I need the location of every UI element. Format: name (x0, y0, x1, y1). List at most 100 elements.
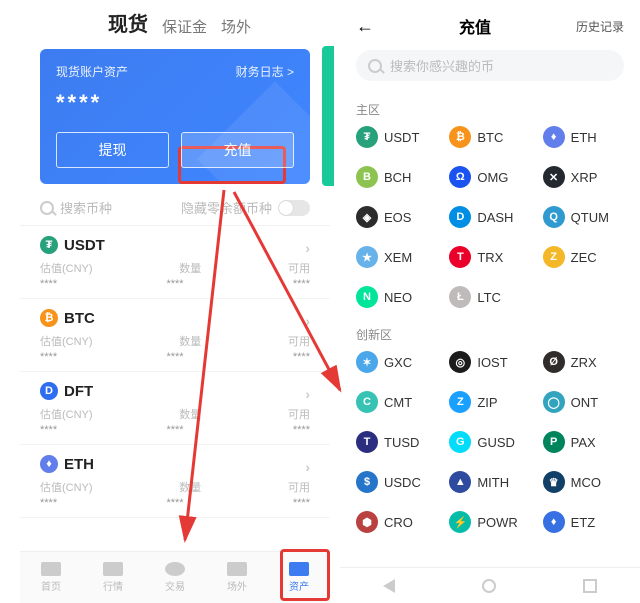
coin-symbol: OMG (477, 170, 508, 185)
main-coin-grid: ₮ USDT ₿BTC♦ETH B BCH Ω OMG ✕XRP ◈EOSDDASHQQTUM ★… (340, 122, 640, 312)
coin-symbol: EOS (384, 210, 411, 225)
coin-icon: B (356, 166, 378, 188)
coin-gxc[interactable]: ✶GXC (350, 347, 443, 377)
coin-icon: P (543, 431, 565, 453)
coin-symbol: ONT (571, 395, 598, 410)
coin-symbol: PAX (571, 435, 596, 450)
coin-etz[interactable]: ♦ETZ (537, 507, 630, 537)
coin-icon: ₿ (449, 126, 471, 148)
markets-icon (103, 562, 123, 576)
coin-icon: ₮ (356, 126, 378, 148)
coin-mith[interactable]: ▲MITH (443, 467, 536, 497)
nav-recent-icon[interactable] (583, 579, 597, 593)
coin-powr[interactable]: ⚡POWR (443, 507, 536, 537)
tab-assets[interactable]: 资产 (268, 552, 330, 603)
coin-icon: Ω (449, 166, 471, 188)
deposit-coin-picker: ← 充值 历史记录 搜索你感兴趣的币 主区 ₮USDT₿BTC♦ETHBBCHΩ… (340, 0, 640, 603)
section-main-label: 主区 (340, 87, 640, 122)
tab-otc-bottom[interactable]: 场外 (206, 552, 268, 603)
asset-symbol: USDT (64, 237, 105, 254)
search-icon (368, 59, 382, 73)
coin-symbol: BCH (384, 170, 411, 185)
coin-ont[interactable]: ◯ ONT (537, 387, 630, 417)
innovation-coin-grid: ✶GXC◎IOST Ø ZRX CCMTZZIP ◯ ONT T TUSD GGUSD P PAX $… (340, 347, 640, 537)
coin-qtum[interactable]: QQTUM (537, 202, 630, 232)
tab-margin[interactable]: 保证金 (162, 16, 207, 37)
coin-trx[interactable]: TTRX (443, 242, 536, 272)
coin-symbol: DASH (477, 210, 513, 225)
tab-markets[interactable]: 行情 (82, 552, 144, 603)
coin-icon: ♦ (40, 455, 58, 473)
coin-symbol: USDT (384, 130, 419, 145)
nav-home-icon[interactable] (482, 579, 496, 593)
coin-bch[interactable]: B BCH (350, 162, 443, 192)
coin-mco[interactable]: ♛MCO (537, 467, 630, 497)
coin-icon: ◎ (449, 351, 471, 373)
deposit-button[interactable]: 充值 (181, 132, 294, 168)
coin-symbol: ETZ (571, 515, 596, 530)
coin-symbol: MCO (571, 475, 601, 490)
coin-zip[interactable]: ZZIP (443, 387, 536, 417)
coin-eos[interactable]: ◈EOS (350, 202, 443, 232)
coin-btc[interactable]: ₿BTC (443, 122, 536, 152)
asset-row-eth[interactable]: ♦ETH›估值(CNY)数量可用************ (20, 445, 330, 518)
coin-icon: ⬢ (356, 511, 378, 533)
coin-icon: ◯ (543, 391, 565, 413)
coin-cmt[interactable]: CCMT (350, 387, 443, 417)
coin-symbol: ETH (571, 130, 597, 145)
asset-search[interactable]: 搜索币种 (40, 198, 112, 217)
tab-otc[interactable]: 场外 (221, 16, 251, 37)
chevron-right-icon: › (305, 240, 310, 256)
tab-spot[interactable]: 现货 (108, 8, 148, 37)
coin-icon: N (356, 286, 378, 308)
coin-symbol: QTUM (571, 210, 609, 225)
coin-neo[interactable]: NNEO (350, 282, 443, 312)
coin-zrx[interactable]: Ø ZRX (537, 347, 630, 377)
coin-tusd[interactable]: T TUSD (350, 427, 443, 457)
coin-dash[interactable]: DDASH (443, 202, 536, 232)
coin-icon: ₿ (40, 309, 58, 327)
tab-trade[interactable]: 交易 (144, 552, 206, 603)
coin-icon: Ø (543, 351, 565, 373)
asset-row-usdt[interactable]: ₮USDT›估值(CNY)数量可用************ (20, 226, 330, 299)
coin-symbol: GXC (384, 355, 412, 370)
coin-gusd[interactable]: GGUSD (443, 427, 536, 457)
coin-symbol: XEM (384, 250, 412, 265)
hide-zero-toggle[interactable] (278, 200, 310, 216)
coin-iost[interactable]: ◎IOST (443, 347, 536, 377)
withdraw-button[interactable]: 提现 (56, 132, 169, 168)
asset-list: ₮USDT›估值(CNY)数量可用************₿BTC›估值(CNY… (20, 225, 330, 518)
card-account-label: 现货账户资产 (56, 63, 128, 80)
coin-pax[interactable]: P PAX (537, 427, 630, 457)
coin-omg[interactable]: Ω OMG (443, 162, 536, 192)
coin-icon: T (449, 246, 471, 268)
asset-row-dft[interactable]: DDFT›估值(CNY)数量可用************ (20, 372, 330, 445)
coin-usdt[interactable]: ₮ USDT (350, 122, 443, 152)
asset-symbol: BTC (64, 310, 95, 327)
chevron-right-icon: › (305, 459, 310, 475)
financial-log-link[interactable]: 财务日志 > (236, 63, 294, 80)
coin-usdc[interactable]: $USDC (350, 467, 443, 497)
coin-ltc[interactable]: ŁLTC (443, 282, 536, 312)
asset-search-placeholder: 搜索币种 (60, 198, 112, 217)
coin-xem[interactable]: ★ XEM (350, 242, 443, 272)
coin-symbol: GUSD (477, 435, 515, 450)
history-link[interactable]: 历史记录 (576, 18, 624, 35)
balance-masked: **** (56, 90, 294, 116)
coin-search[interactable]: 搜索你感兴趣的币 (356, 50, 624, 81)
coin-xrp[interactable]: ✕XRP (537, 162, 630, 192)
back-button[interactable]: ← (356, 16, 374, 37)
coin-icon: ★ (356, 246, 378, 268)
nav-back-icon[interactable] (383, 579, 395, 593)
coin-symbol: TUSD (384, 435, 419, 450)
coin-cro[interactable]: ⬢CRO (350, 507, 443, 537)
asset-row-btc[interactable]: ₿BTC›估值(CNY)数量可用************ (20, 299, 330, 372)
coin-symbol: ZEC (571, 250, 597, 265)
coin-symbol: ZRX (571, 355, 597, 370)
home-icon (41, 562, 61, 576)
coin-eth[interactable]: ♦ETH (537, 122, 630, 152)
coin-icon: T (356, 431, 378, 453)
tab-home[interactable]: 首页 (20, 552, 82, 603)
coin-zec[interactable]: ZZEC (537, 242, 630, 272)
chevron-right-icon: › (305, 313, 310, 329)
